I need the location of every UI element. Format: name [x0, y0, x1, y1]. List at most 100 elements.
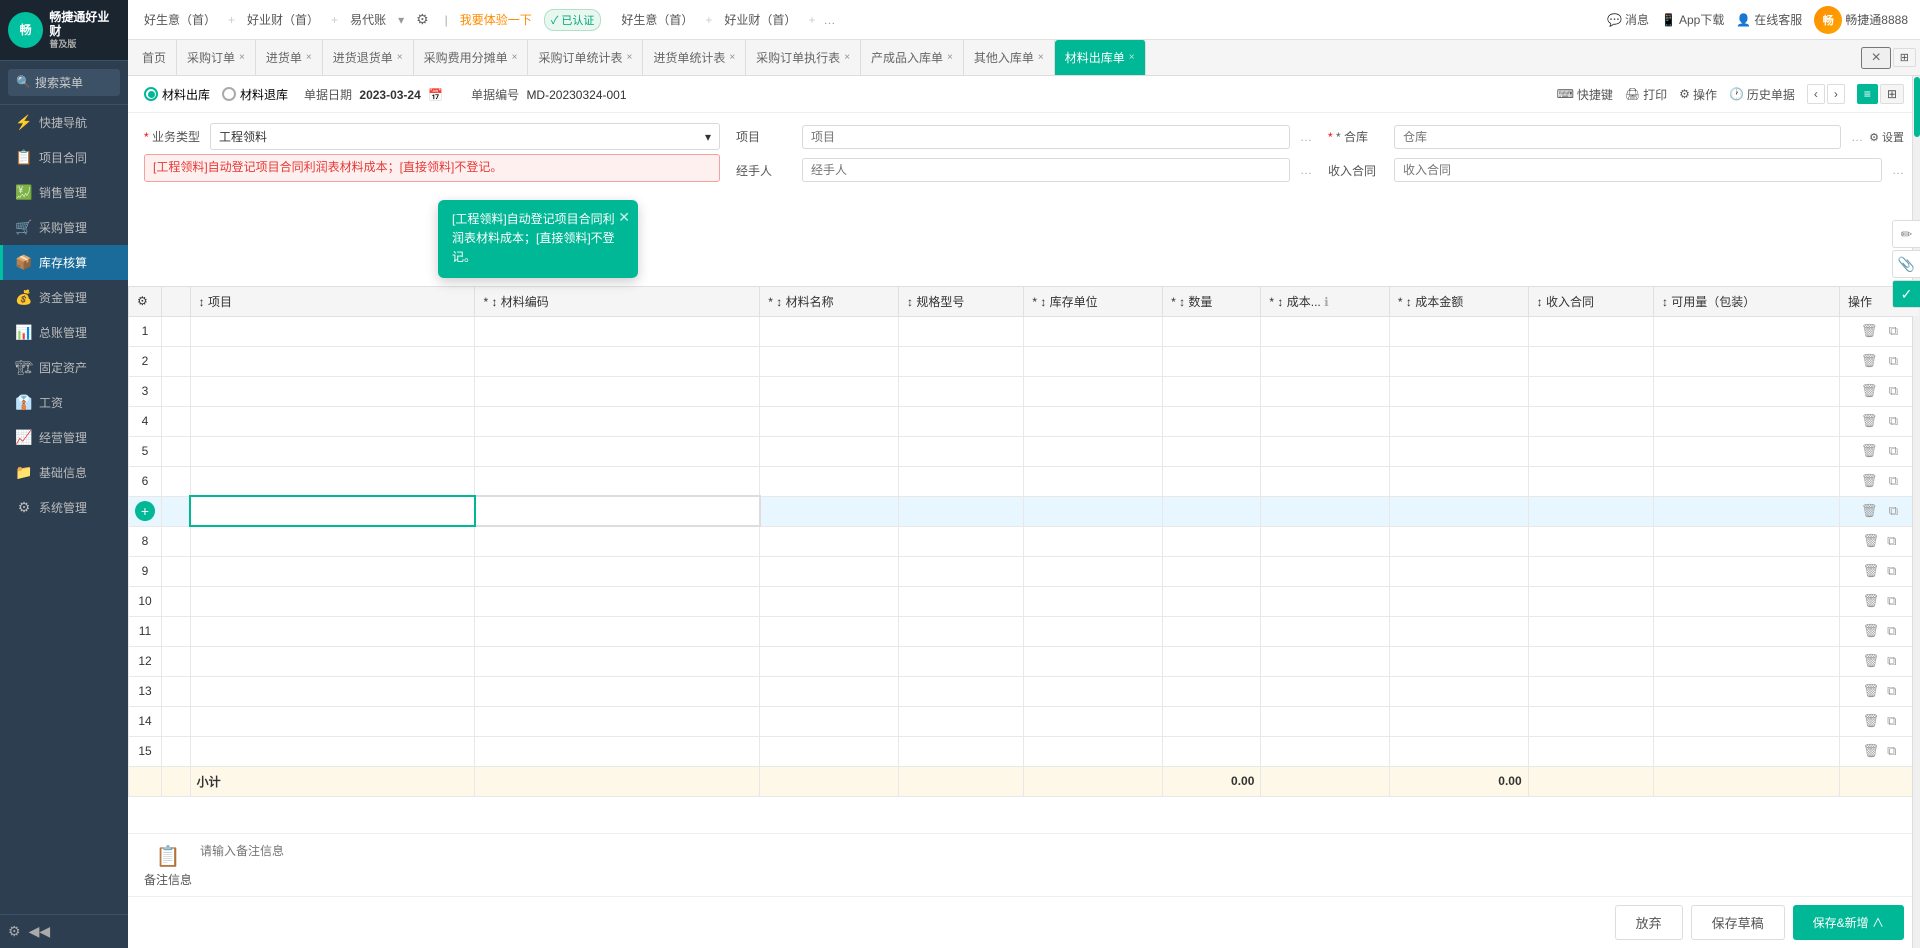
- sticky-green-button[interactable]: ✓: [1892, 280, 1920, 308]
- copy-row-button[interactable]: ⧉: [1883, 621, 1900, 641]
- delete-row-button[interactable]: 🗑: [1859, 531, 1884, 551]
- search-menu-button[interactable]: 🔍 搜索菜单: [8, 69, 120, 96]
- save-new-button[interactable]: 保存&新增 ∧: [1793, 905, 1904, 940]
- operations-button[interactable]: ⚙ 操作: [1679, 86, 1717, 103]
- topbar-more-link[interactable]: …: [823, 13, 835, 27]
- delete-row-button[interactable]: 🗑: [1857, 411, 1882, 431]
- col-spec[interactable]: ↕ 规格型号: [899, 286, 1024, 316]
- view-list-button[interactable]: ≡: [1857, 84, 1878, 104]
- sidebar-item-sales[interactable]: 💹 销售管理: [0, 175, 128, 210]
- project-cell-input[interactable]: [197, 504, 468, 518]
- tab-close-icon[interactable]: ×: [626, 52, 632, 63]
- date-value[interactable]: 2023-03-24: [359, 88, 420, 102]
- col-material-code[interactable]: * ↕ 材料编码: [475, 286, 760, 316]
- cost-info-icon[interactable]: ℹ: [1324, 295, 1329, 309]
- handler-input[interactable]: [802, 158, 1290, 182]
- tab-material-outbound[interactable]: 材料出库单 ×: [1055, 40, 1146, 76]
- tooltip-close-button[interactable]: ✕: [618, 206, 630, 228]
- copy-row-button[interactable]: ⧉: [1885, 501, 1902, 521]
- topbar-link-haoshengyi2[interactable]: 好生意（首）: [617, 9, 697, 30]
- delete-row-button[interactable]: 🗑: [1859, 591, 1884, 611]
- income-contract-input[interactable]: [1394, 158, 1882, 182]
- material-code-cell-input[interactable]: [482, 504, 753, 518]
- sidebar-settings-button[interactable]: ⚙: [8, 923, 21, 940]
- sidebar-collapse-button[interactable]: ◀◀: [29, 923, 51, 940]
- tab-close-icon[interactable]: ×: [729, 52, 735, 63]
- nav-prev-button[interactable]: ‹: [1807, 84, 1825, 104]
- col-unit[interactable]: * ↕ 库存单位: [1024, 286, 1163, 316]
- col-available-qty[interactable]: ↕ 可用量（包装）: [1653, 286, 1839, 316]
- copy-row-button[interactable]: ⧉: [1885, 381, 1902, 401]
- copy-row-button[interactable]: ⧉: [1885, 321, 1902, 341]
- sidebar-item-project-contract[interactable]: 📋 项目合同: [0, 140, 128, 175]
- save-draft-button[interactable]: 保存草稿: [1691, 905, 1785, 940]
- topbar-link-haoshengyi[interactable]: 好生意（首）: [140, 9, 220, 30]
- copy-row-button[interactable]: ⧉: [1885, 351, 1902, 371]
- tab-close-icon[interactable]: ×: [512, 52, 518, 63]
- tab-goods-return[interactable]: 进货退货单 ×: [323, 40, 414, 76]
- calendar-icon[interactable]: 📅: [428, 88, 443, 102]
- scrollbar-track[interactable]: [1912, 76, 1920, 948]
- delete-row-button[interactable]: 🗑: [1859, 711, 1884, 731]
- sidebar-item-payroll[interactable]: 👔 工资: [0, 385, 128, 420]
- view-grid-button[interactable]: ⊞: [1880, 84, 1904, 104]
- tab-purchase-order[interactable]: 采购订单 ×: [177, 40, 256, 76]
- topbar-user-info[interactable]: 畅 畅捷通8888: [1814, 6, 1908, 34]
- tab-close-icon[interactable]: ×: [844, 52, 850, 63]
- abandon-button[interactable]: 放弃: [1615, 905, 1683, 940]
- delete-row-button[interactable]: 🗑: [1859, 561, 1884, 581]
- sidebar-item-quick-nav[interactable]: ⚡ 快捷导航: [0, 105, 128, 140]
- tab-goods-receipt[interactable]: 进货单 ×: [256, 40, 323, 76]
- sticky-clip-button[interactable]: 📎: [1892, 250, 1920, 278]
- tab-purchase-stat[interactable]: 采购订单统计表 ×: [528, 40, 643, 76]
- project-input[interactable]: [802, 125, 1290, 149]
- income-contract-dots-icon[interactable]: …: [1892, 163, 1904, 177]
- topbar-link-haoyecai[interactable]: 好业财（首）: [243, 9, 323, 30]
- sidebar-item-operations[interactable]: 📈 经营管理: [0, 420, 128, 455]
- copy-row-button[interactable]: ⧉: [1883, 651, 1900, 671]
- business-type-select[interactable]: 工程领料 ▾: [210, 123, 720, 150]
- tab-purchase-execution[interactable]: 采购订单执行表 ×: [746, 40, 861, 76]
- add-row-button[interactable]: +: [135, 501, 155, 521]
- delete-row-button[interactable]: 🗑: [1857, 381, 1882, 401]
- copy-row-button[interactable]: ⧉: [1883, 711, 1900, 731]
- sidebar-item-basic-info[interactable]: 📁 基础信息: [0, 455, 128, 490]
- tab-goods-stat[interactable]: 进货单统计表 ×: [643, 40, 746, 76]
- topbar-messages[interactable]: 💬 消息: [1607, 11, 1649, 28]
- topbar-link-haoyecai2[interactable]: 好业财（首）: [720, 9, 800, 30]
- tab-close-icon[interactable]: ×: [947, 52, 953, 63]
- topbar-link-experience[interactable]: 我要体验一下: [456, 9, 536, 30]
- copy-row-button[interactable]: ⧉: [1883, 591, 1900, 611]
- topbar-settings-icon[interactable]: ⚙: [416, 11, 429, 28]
- handler-dots-icon[interactable]: …: [1300, 163, 1312, 177]
- delete-row-button[interactable]: 🗑: [1859, 651, 1884, 671]
- delete-row-button[interactable]: 🗑: [1857, 501, 1882, 521]
- print-button[interactable]: 🖨 打印: [1625, 86, 1667, 103]
- topbar-app-download[interactable]: 📱 App下载: [1661, 11, 1724, 28]
- tab-home[interactable]: 首页: [132, 40, 177, 76]
- topbar-link-yidaizhang[interactable]: 易代账: [346, 9, 390, 30]
- sidebar-item-purchase[interactable]: 🛒 采购管理: [0, 210, 128, 245]
- copy-row-button[interactable]: ⧉: [1883, 741, 1900, 761]
- tab-close-icon[interactable]: ×: [306, 52, 312, 63]
- project-dots-icon[interactable]: …: [1300, 130, 1312, 144]
- delete-row-button[interactable]: 🗑: [1859, 741, 1884, 761]
- warehouse-dots-icon[interactable]: …: [1851, 130, 1863, 144]
- copy-row-button[interactable]: ⧉: [1883, 681, 1900, 701]
- sidebar-item-finance[interactable]: 💰 资金管理: [0, 280, 128, 315]
- sidebar-item-inventory[interactable]: 📦 库存核算: [0, 245, 128, 280]
- copy-row-button[interactable]: ⧉: [1883, 561, 1900, 581]
- radio-material-return[interactable]: 材料退库: [222, 86, 288, 103]
- settings-button[interactable]: ⚙ 设置: [1869, 129, 1904, 145]
- warehouse-input[interactable]: [1394, 125, 1841, 149]
- copy-row-button[interactable]: ⧉: [1885, 471, 1902, 491]
- col-material-name[interactable]: * ↕ 材料名称: [760, 286, 899, 316]
- topbar-online-service[interactable]: 👤 在线客服: [1736, 11, 1802, 28]
- delete-row-button[interactable]: 🗑: [1857, 321, 1882, 341]
- tabbar-close-button[interactable]: ×: [1861, 47, 1890, 69]
- tab-finished-goods[interactable]: 产成品入库单 ×: [861, 40, 964, 76]
- delete-row-button[interactable]: 🗑: [1859, 681, 1884, 701]
- sticky-edit-button[interactable]: ✏: [1892, 220, 1920, 248]
- scrollbar-thumb[interactable]: [1914, 77, 1920, 137]
- col-quantity[interactable]: * ↕ 数量: [1163, 286, 1261, 316]
